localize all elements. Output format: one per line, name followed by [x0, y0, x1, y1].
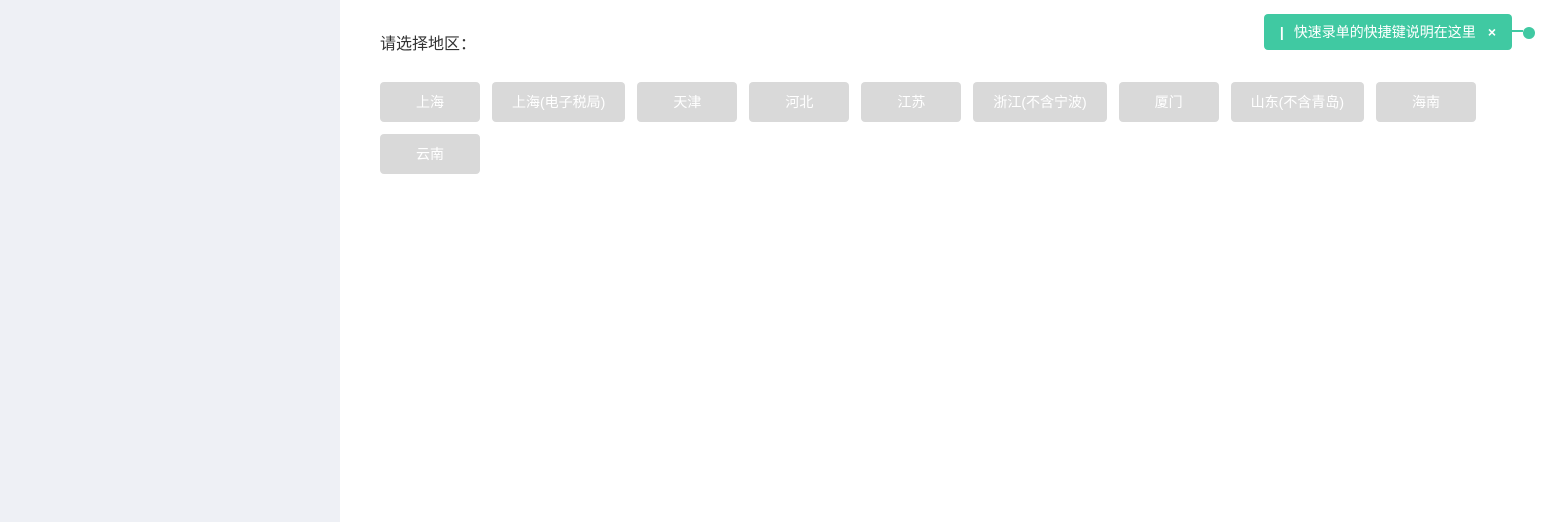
region-button-hebei[interactable]: 河北	[749, 82, 849, 122]
main-content: 请选择地区： 上海上海(电子税局)天津河北江苏浙江(不含宁波)厦门山东(不含青岛…	[340, 0, 1562, 522]
tooltip-banner: 快速录单的快捷键说明在这里 ×	[1264, 14, 1512, 50]
region-button-jiangsu[interactable]: 江苏	[861, 82, 961, 122]
region-button-xiamen[interactable]: 厦门	[1119, 82, 1219, 122]
region-buttons-container: 上海上海(电子税局) 天津河北江苏浙江(不含宁波) 厦门山东(不含青岛) 海南云南	[380, 82, 1522, 174]
region-button-shanghai[interactable]: 上海	[380, 82, 480, 122]
region-button-yunnan[interactable]: 云南	[380, 134, 480, 174]
region-button-zhejiang[interactable]: 浙江(不含宁波)	[973, 82, 1106, 122]
left-sidebar	[0, 0, 340, 522]
region-button-tianjin[interactable]: 天津	[637, 82, 737, 122]
tooltip-connector-line	[1503, 30, 1523, 32]
region-button-shanghai-etax[interactable]: 上海(电子税局)	[492, 82, 625, 122]
tooltip-text: 快速录单的快捷键说明在这里	[1294, 22, 1476, 42]
tooltip-close-button[interactable]: ×	[1488, 24, 1496, 40]
region-button-shandong[interactable]: 山东(不含青岛)	[1231, 82, 1364, 122]
region-button-hainan[interactable]: 海南	[1376, 82, 1476, 122]
tooltip-connector-dot	[1523, 27, 1535, 39]
